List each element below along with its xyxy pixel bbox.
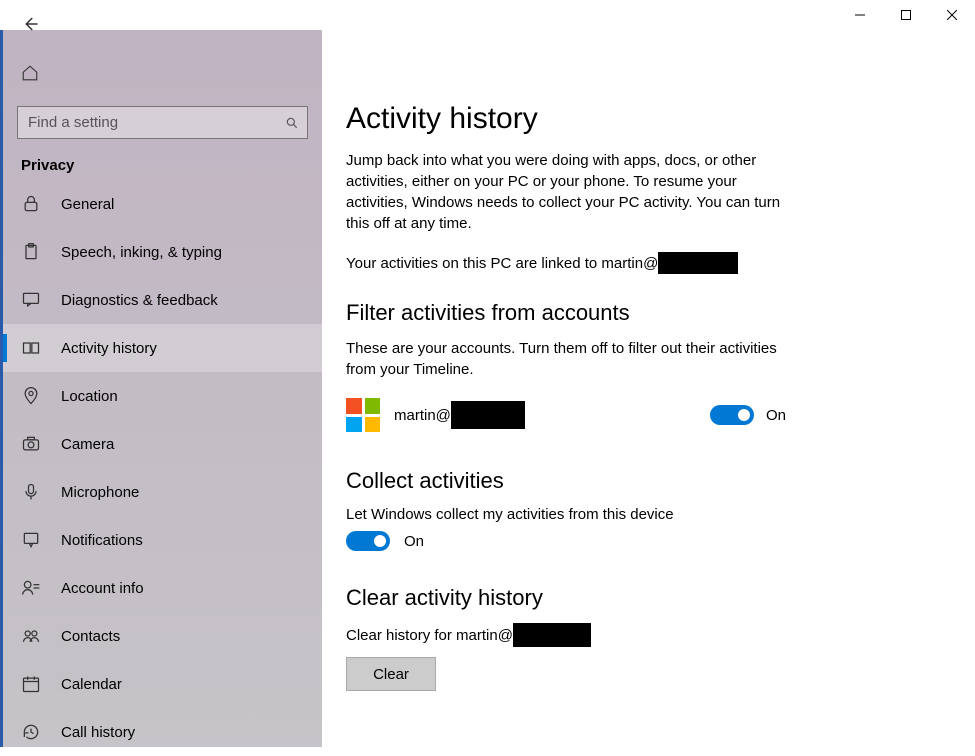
sidebar-item-label: Account info (61, 580, 144, 597)
search-field[interactable] (28, 114, 285, 131)
redacted-block (451, 401, 525, 429)
calendar-icon (21, 674, 41, 694)
sidebar-item-call-history[interactable]: Call history (3, 708, 322, 756)
sidebar-item-general[interactable]: General (3, 180, 322, 228)
history-icon (21, 722, 41, 742)
sidebar-item-label: Call history (61, 724, 135, 741)
sidebar-item-account-info[interactable]: Account info (3, 564, 322, 612)
account-icon (21, 578, 41, 598)
sidebar-item-label: Calendar (61, 676, 122, 693)
toggle-state-label: On (766, 407, 786, 424)
email-prefix: martin@ (394, 407, 451, 424)
minimize-button[interactable] (837, 0, 883, 30)
activity-icon (21, 338, 41, 358)
titlebar (0, 0, 975, 30)
sidebar-item-label: Speech, inking, & typing (61, 244, 222, 261)
sidebar-item-label: Contacts (61, 628, 120, 645)
contacts-icon (21, 626, 41, 646)
sidebar-item-microphone[interactable]: Microphone (3, 468, 322, 516)
maximize-button[interactable] (883, 0, 929, 30)
redacted-block (513, 623, 591, 647)
page-title: Activity history (346, 102, 945, 136)
sidebar-item-diagnostics[interactable]: Diagnostics & feedback (3, 276, 322, 324)
feedback-icon (21, 290, 41, 310)
sidebar-item-label: Diagnostics & feedback (61, 292, 218, 309)
sidebar-item-label: Camera (61, 436, 114, 453)
notification-icon (21, 530, 41, 550)
intro-text: Jump back into what you were doing with … (346, 150, 786, 234)
filter-intro: These are your accounts. Turn them off t… (346, 338, 786, 380)
clear-prefix: Clear history for martin@ (346, 627, 513, 644)
sidebar-item-speech[interactable]: Speech, inking, & typing (3, 228, 322, 276)
sidebar-item-calendar[interactable]: Calendar (3, 660, 322, 708)
search-icon (285, 116, 299, 130)
clear-button-label: Clear (373, 666, 409, 683)
collect-heading: Collect activities (346, 468, 945, 494)
linked-account-text: Your activities on this PC are linked to… (346, 252, 945, 274)
camera-icon (21, 434, 41, 454)
back-button[interactable] (3, 6, 39, 42)
location-icon (21, 386, 41, 406)
main-content: Activity history Jump back into what you… (322, 30, 975, 747)
collect-activities-toggle[interactable] (346, 531, 390, 551)
close-button[interactable] (929, 0, 975, 30)
linked-prefix: Your activities on this PC are linked to… (346, 255, 658, 272)
collect-text: Let Windows collect my activities from t… (346, 506, 945, 523)
microsoft-logo-icon (346, 398, 380, 432)
filter-heading: Filter activities from accounts (346, 300, 945, 326)
account-filter-toggle[interactable] (710, 405, 754, 425)
sidebar-item-label: Microphone (61, 484, 139, 501)
sidebar-item-activity-history[interactable]: Activity history (3, 324, 322, 372)
microphone-icon (21, 482, 41, 502)
sidebar-section-label: Privacy (3, 139, 322, 180)
account-row: martin@ On (346, 398, 786, 432)
sidebar-item-contacts[interactable]: Contacts (3, 612, 322, 660)
sidebar-item-label: Notifications (61, 532, 143, 549)
redacted-block (658, 252, 738, 274)
sidebar-item-label: General (61, 196, 114, 213)
clipboard-icon (21, 242, 41, 262)
clear-history-text: Clear history for martin@ (346, 623, 945, 647)
toggle-state-label: On (404, 533, 424, 550)
sidebar-item-label: Activity history (61, 340, 157, 357)
lock-icon (21, 194, 41, 214)
sidebar-item-camera[interactable]: Camera (3, 420, 322, 468)
account-email: martin@ (394, 401, 525, 429)
sidebar-item-notifications[interactable]: Notifications (3, 516, 322, 564)
sidebar: Privacy General Speech, inking, & typing… (0, 30, 322, 747)
search-input[interactable] (17, 106, 308, 139)
home-button[interactable] (3, 52, 322, 94)
clear-heading: Clear activity history (346, 585, 945, 611)
sidebar-item-label: Location (61, 388, 118, 405)
sidebar-item-location[interactable]: Location (3, 372, 322, 420)
clear-button[interactable]: Clear (346, 657, 436, 691)
